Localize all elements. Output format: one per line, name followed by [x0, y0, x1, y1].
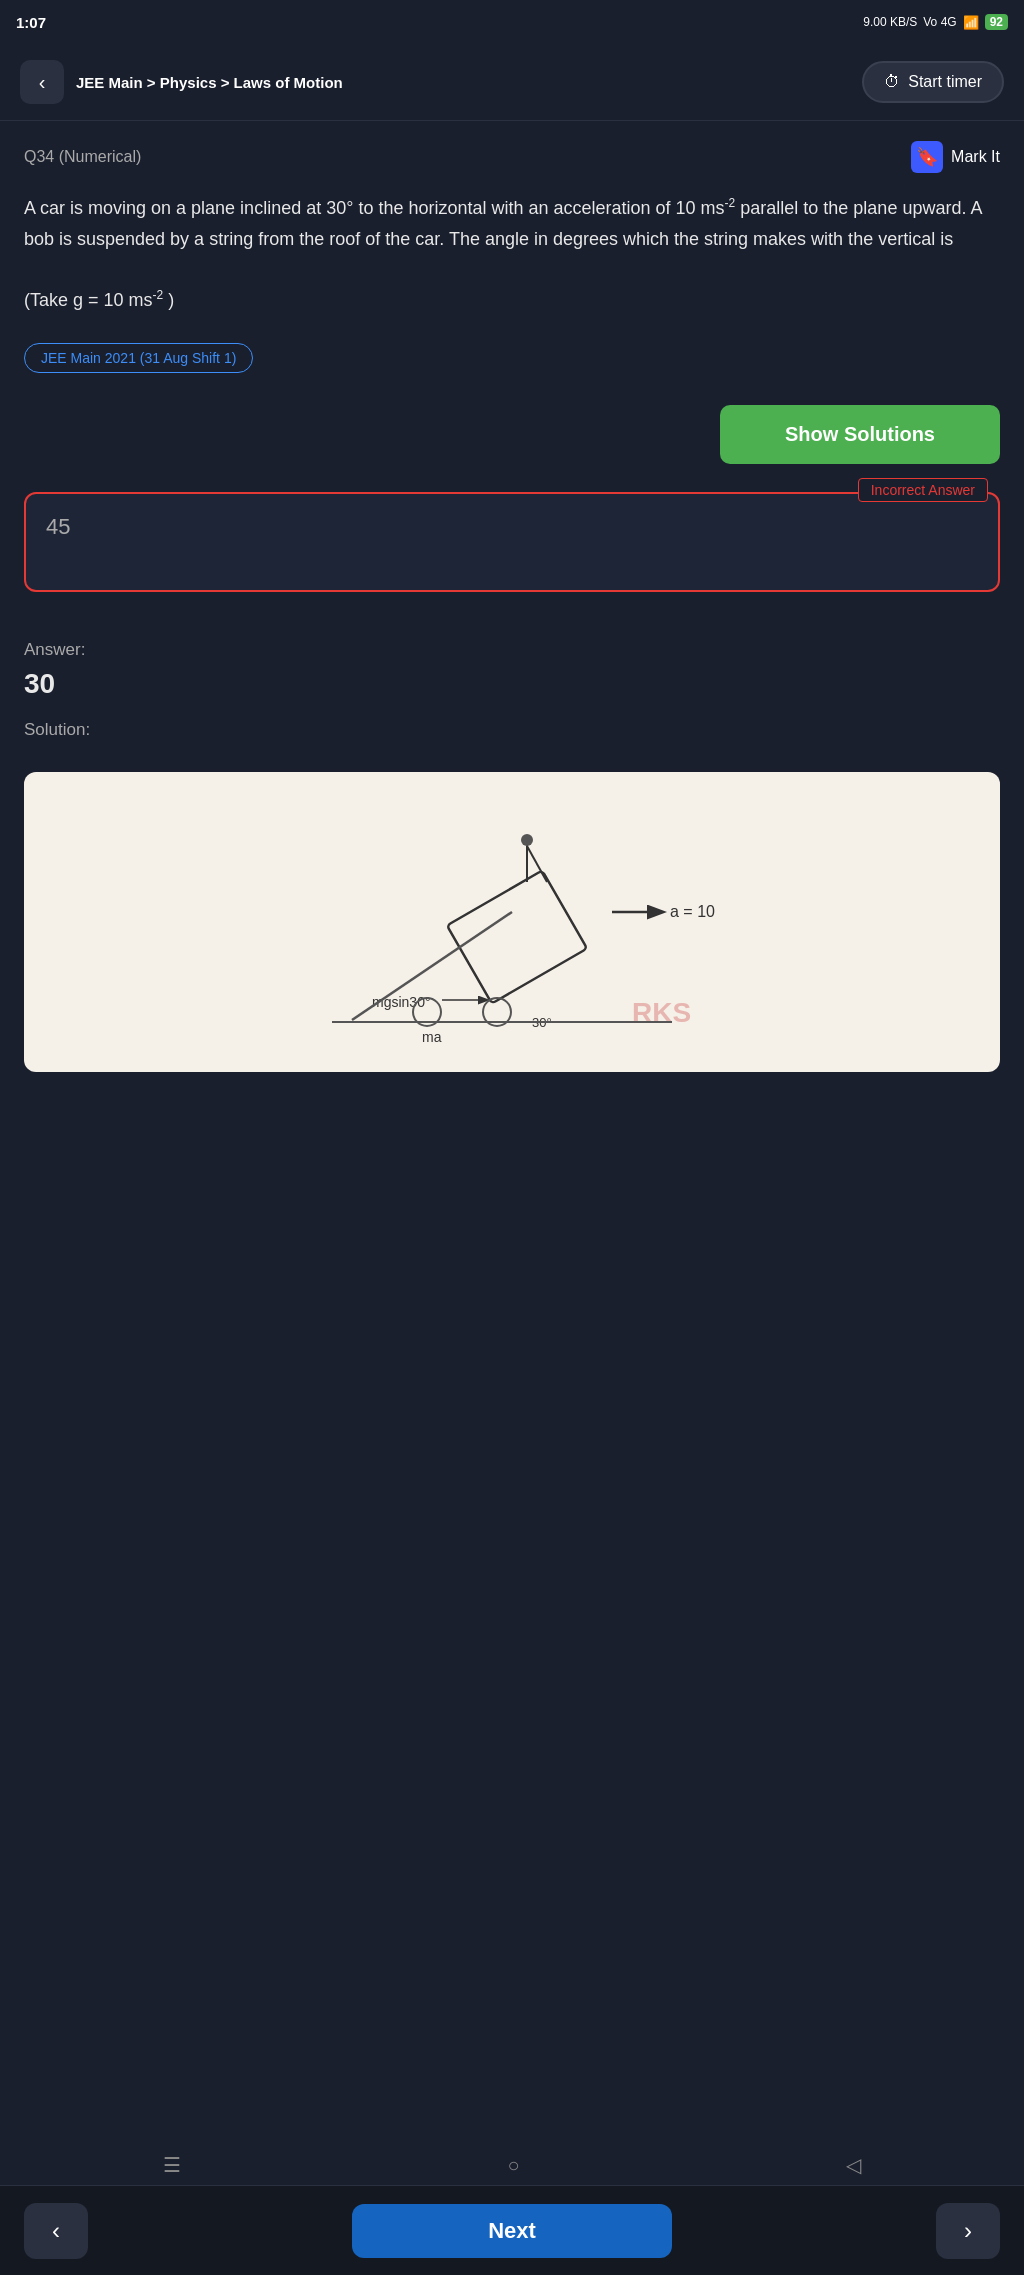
incorrect-badge: Incorrect Answer [858, 478, 988, 502]
answer-input-wrap: Incorrect Answer 45 [24, 492, 1000, 592]
mark-button[interactable]: 🔖 Mark It [911, 141, 1000, 173]
next-arrow-button[interactable]: › [936, 2203, 1000, 2259]
svg-rect-0 [447, 871, 587, 1004]
breadcrumb-text: JEE Main > Physics > Laws of Motion [76, 74, 343, 91]
android-nav-bar: ☰ ○ ◁ [0, 2141, 1024, 2185]
timer-label: Start timer [908, 73, 982, 91]
status-bar: 1:07 9.00 KB/S Vo 4G 📶 92 [0, 0, 1024, 44]
svg-line-12 [352, 912, 512, 1020]
status-time: 1:07 [16, 14, 46, 31]
solution-diagram: a = 10 mgsin30° ma 30° RKS [272, 792, 752, 1052]
bottom-nav: ‹ Next › [0, 2185, 1024, 2275]
header-left: ‹ JEE Main > Physics > Laws of Motion [20, 60, 343, 104]
back-button[interactable]: ‹ [20, 60, 64, 104]
show-solutions-row: Show Solutions [0, 397, 1024, 484]
next-button[interactable]: Next [352, 2204, 672, 2258]
question-text: A car is moving on a plane inclined at 3… [0, 185, 1024, 335]
bookmark-icon: 🔖 [916, 146, 938, 168]
answer-input-box[interactable]: 45 [24, 492, 1000, 592]
android-back-icon: ◁ [846, 2153, 861, 2177]
menu-icon: ☰ [163, 2153, 181, 2177]
svg-text:a = 10: a = 10 [670, 903, 715, 920]
answer-label: Answer: [24, 640, 1000, 660]
show-solutions-button[interactable]: Show Solutions [720, 405, 1000, 464]
battery-indicator: 92 [985, 14, 1008, 30]
home-icon: ○ [507, 2154, 519, 2177]
network-speed: 9.00 KB/S [863, 15, 917, 29]
prev-button[interactable]: ‹ [24, 2203, 88, 2259]
svg-text:ma: ma [422, 1029, 442, 1045]
prev-icon: ‹ [52, 2217, 60, 2245]
breadcrumb: JEE Main > Physics > Laws of Motion [76, 74, 343, 91]
mark-label: Mark It [951, 148, 1000, 166]
question-paragraph: A car is moving on a plane inclined at 3… [24, 193, 1000, 315]
svg-text:RKS: RKS [632, 997, 691, 1028]
signal-icon: 📶 [963, 15, 979, 30]
header: ‹ JEE Main > Physics > Laws of Motion ⏱ … [0, 44, 1024, 121]
answer-value: 30 [24, 668, 1000, 700]
question-number: Q34 (Numerical) [24, 148, 141, 166]
back-icon: ‹ [39, 71, 46, 94]
solution-label: Solution: [24, 720, 1000, 740]
tag-row: JEE Main 2021 (31 Aug Shift 1) [0, 335, 1024, 397]
next-arrow-icon: › [964, 2217, 972, 2245]
question-meta: Q34 (Numerical) 🔖 Mark It [0, 121, 1024, 185]
answer-input-value: 45 [46, 514, 70, 539]
solution-image-wrap: a = 10 mgsin30° ma 30° RKS [24, 772, 1000, 1072]
status-right: 9.00 KB/S Vo 4G 📶 92 [863, 14, 1008, 30]
bookmark-icon-wrap: 🔖 [911, 141, 943, 173]
network-type: Vo 4G [923, 15, 956, 29]
timer-icon: ⏱ [884, 73, 900, 91]
answer-section: Answer: 30 Solution: [0, 616, 1024, 764]
start-timer-button[interactable]: ⏱ Start timer [862, 61, 1004, 103]
exam-tag: JEE Main 2021 (31 Aug Shift 1) [24, 343, 253, 373]
svg-point-2 [521, 834, 533, 846]
